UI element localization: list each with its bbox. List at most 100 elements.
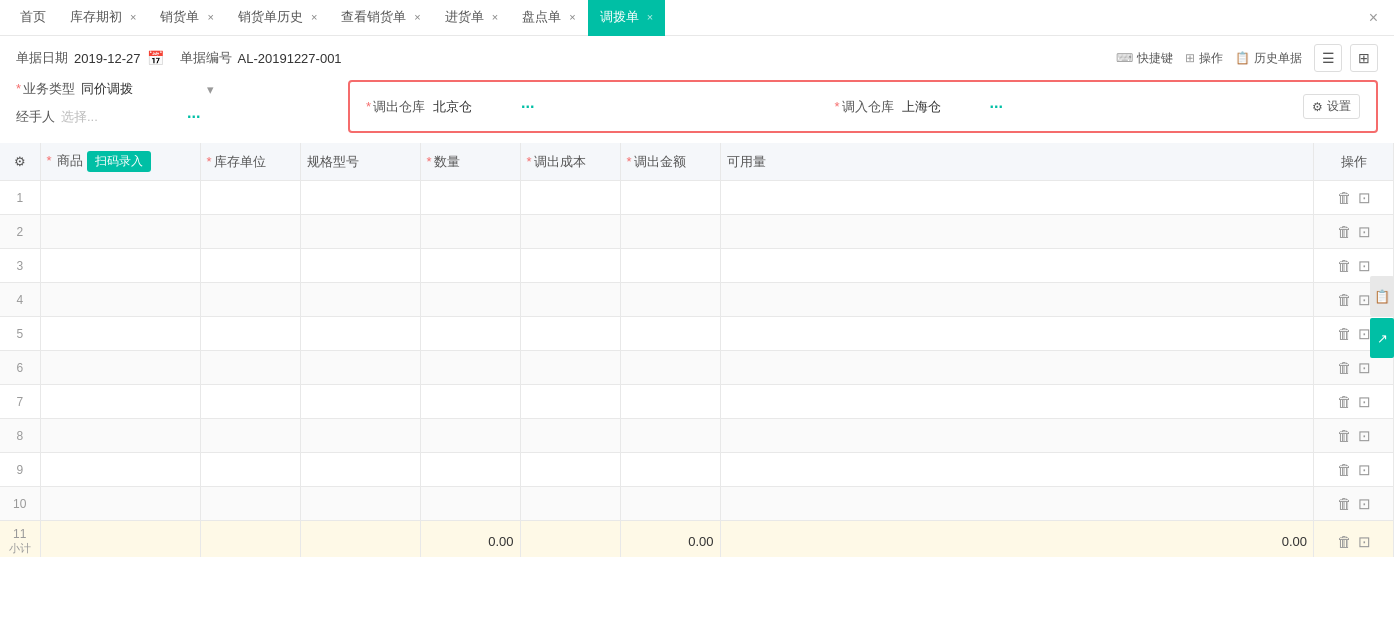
row-cost-4[interactable]: [520, 283, 620, 317]
delete-icon-6[interactable]: 🗑: [1337, 359, 1352, 376]
row-amount-8[interactable]: [620, 419, 720, 453]
row-cost-7[interactable]: [520, 385, 620, 419]
row-spec-1[interactable]: [300, 181, 420, 215]
tab-inventory-init[interactable]: 库存期初 ×: [58, 0, 148, 36]
copy-icon-11[interactable]: ⊡: [1358, 533, 1371, 551]
delete-icon-3[interactable]: 🗑: [1337, 257, 1352, 274]
copy-icon-4[interactable]: ⊡: [1358, 291, 1371, 309]
row-goods-5[interactable]: [40, 317, 200, 351]
row-spec-10[interactable]: [300, 487, 420, 521]
tab-close-stock-count[interactable]: ×: [569, 11, 575, 23]
row-qty-8[interactable]: [420, 419, 520, 453]
row-qty-5[interactable]: [420, 317, 520, 351]
handler-more-btn[interactable]: ···: [187, 108, 200, 126]
row-qty-2[interactable]: [420, 215, 520, 249]
row-cost-8[interactable]: [520, 419, 620, 453]
row-cost-2[interactable]: [520, 215, 620, 249]
scan-button[interactable]: 扫码录入: [87, 151, 151, 172]
row-qty-9[interactable]: [420, 453, 520, 487]
row-amount-4[interactable]: [620, 283, 720, 317]
row-amount-7[interactable]: [620, 385, 720, 419]
copy-icon-8[interactable]: ⊡: [1358, 427, 1371, 445]
row-unit-1[interactable]: [200, 181, 300, 215]
shortcut-btn[interactable]: ⌨ 快捷键: [1116, 50, 1173, 67]
tab-close-sales-order[interactable]: ×: [207, 11, 213, 23]
tab-sales-order[interactable]: 销货单 ×: [148, 0, 225, 36]
row-amount-10[interactable]: [620, 487, 720, 521]
row-goods-4[interactable]: [40, 283, 200, 317]
row-cost-9[interactable]: [520, 453, 620, 487]
delete-icon-2[interactable]: 🗑: [1337, 223, 1352, 240]
business-type-value[interactable]: 同价调拨: [81, 80, 201, 98]
row-amount-6[interactable]: [620, 351, 720, 385]
tab-purchase-order[interactable]: 进货单 ×: [433, 0, 510, 36]
row-cost-10[interactable]: [520, 487, 620, 521]
delete-icon-7[interactable]: 🗑: [1337, 393, 1352, 410]
delete-icon-10[interactable]: 🗑: [1337, 495, 1352, 512]
side-export-btn[interactable]: ↗: [1370, 318, 1394, 358]
settings-button[interactable]: ⚙ 设置: [1303, 94, 1360, 119]
row-unit-7[interactable]: [200, 385, 300, 419]
tab-sales-history[interactable]: 销货单历史 ×: [226, 0, 329, 36]
row-goods-10[interactable]: [40, 487, 200, 521]
tab-close-inventory-init[interactable]: ×: [130, 11, 136, 23]
row-spec-6[interactable]: [300, 351, 420, 385]
row-goods-8[interactable]: [40, 419, 200, 453]
side-note-btn[interactable]: 📋: [1370, 276, 1394, 316]
row-unit-6[interactable]: [200, 351, 300, 385]
tab-home[interactable]: 首页: [8, 0, 58, 36]
table-settings-icon[interactable]: ⚙: [14, 154, 26, 169]
row-unit-9[interactable]: [200, 453, 300, 487]
tab-view-sales[interactable]: 查看销货单 ×: [329, 0, 432, 36]
row-spec-8[interactable]: [300, 419, 420, 453]
row-spec-3[interactable]: [300, 249, 420, 283]
copy-icon-9[interactable]: ⊡: [1358, 461, 1371, 479]
copy-icon-6[interactable]: ⊡: [1358, 359, 1371, 377]
row-qty-10[interactable]: [420, 487, 520, 521]
tab-transfer[interactable]: 调拨单 ×: [588, 0, 665, 36]
copy-icon-5[interactable]: ⊡: [1358, 325, 1371, 343]
row-amount-3[interactable]: [620, 249, 720, 283]
warehouse-out-more-btn[interactable]: ···: [521, 98, 534, 116]
row-cost-3[interactable]: [520, 249, 620, 283]
row-unit-3[interactable]: [200, 249, 300, 283]
row-unit-5[interactable]: [200, 317, 300, 351]
row-unit-4[interactable]: [200, 283, 300, 317]
row-amount-5[interactable]: [620, 317, 720, 351]
row-unit-2[interactable]: [200, 215, 300, 249]
grid-view-btn[interactable]: ⊞: [1350, 44, 1378, 72]
row-qty-1[interactable]: [420, 181, 520, 215]
row-qty-4[interactable]: [420, 283, 520, 317]
list-view-btn[interactable]: ☰: [1314, 44, 1342, 72]
warehouse-out-value[interactable]: 北京仓: [433, 98, 513, 116]
delete-icon-4[interactable]: 🗑: [1337, 291, 1352, 308]
warehouse-in-more-btn[interactable]: ···: [990, 98, 1003, 116]
row-goods-7[interactable]: [40, 385, 200, 419]
row-amount-9[interactable]: [620, 453, 720, 487]
row-goods-2[interactable]: [40, 215, 200, 249]
operation-btn[interactable]: ⊞ 操作: [1185, 50, 1223, 67]
copy-icon-3[interactable]: ⊡: [1358, 257, 1371, 275]
row-qty-3[interactable]: [420, 249, 520, 283]
copy-icon-10[interactable]: ⊡: [1358, 495, 1371, 513]
row-qty-6[interactable]: [420, 351, 520, 385]
row-goods-3[interactable]: [40, 249, 200, 283]
row-unit-10[interactable]: [200, 487, 300, 521]
row-spec-9[interactable]: [300, 453, 420, 487]
row-spec-2[interactable]: [300, 215, 420, 249]
tab-close-purchase-order[interactable]: ×: [492, 11, 498, 23]
tab-close-view-sales[interactable]: ×: [414, 11, 420, 23]
row-cost-6[interactable]: [520, 351, 620, 385]
row-goods-1[interactable]: [40, 181, 200, 215]
calendar-icon[interactable]: 📅: [147, 50, 164, 66]
delete-icon-8[interactable]: 🗑: [1337, 427, 1352, 444]
window-close-button[interactable]: ×: [1361, 9, 1386, 27]
row-goods-11[interactable]: [40, 521, 200, 558]
row-goods-6[interactable]: [40, 351, 200, 385]
handler-value[interactable]: 选择...: [61, 108, 181, 126]
history-btn[interactable]: 📋 历史单据: [1235, 50, 1302, 67]
copy-icon-1[interactable]: ⊡: [1358, 189, 1371, 207]
row-spec-5[interactable]: [300, 317, 420, 351]
row-amount-1[interactable]: [620, 181, 720, 215]
delete-icon-9[interactable]: 🗑: [1337, 461, 1352, 478]
